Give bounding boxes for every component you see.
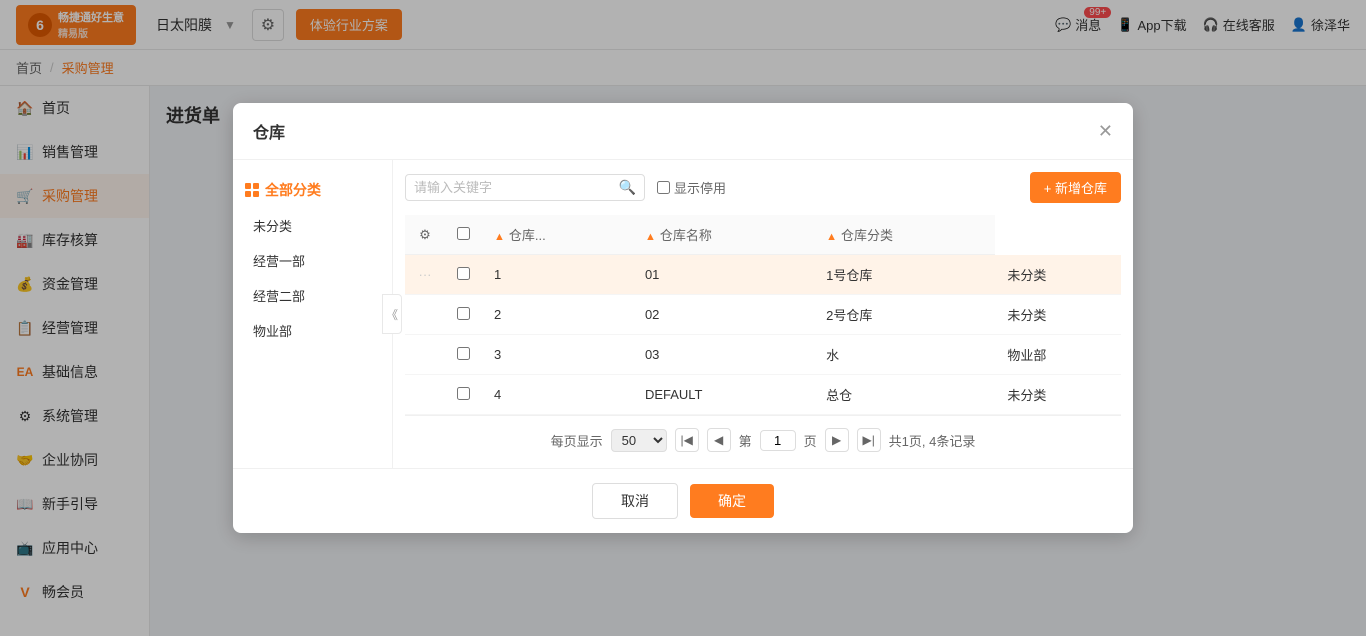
table-col-check <box>445 215 482 255</box>
table-col-name: ▲仓库名称 <box>633 215 814 255</box>
search-icon: 🔍 <box>619 179 636 196</box>
row-seq-1: 1 <box>482 255 633 295</box>
show-disabled-checkbox-group: 显示停用 <box>657 178 726 197</box>
category-all-header[interactable]: 全部分类 <box>233 172 392 208</box>
row-seq-2: 2 <box>482 295 633 335</box>
row-category-4: 未分类 <box>995 375 1121 415</box>
category-unclassified[interactable]: 未分类 <box>233 208 392 243</box>
row-name-2: 2号仓库 <box>814 295 995 335</box>
row-check-1[interactable] <box>445 255 482 295</box>
row-seq-3: 3 <box>482 335 633 375</box>
row-code-2: 02 <box>633 295 814 335</box>
collapse-panel-button[interactable]: 《 <box>382 294 402 334</box>
prev-page-button[interactable]: ◀ <box>707 428 731 452</box>
table-row[interactable]: 4 DEFAULT 总仓 未分类 <box>405 375 1121 415</box>
select-all-checkbox[interactable] <box>457 227 470 240</box>
row-name-1: 1号仓库 <box>814 255 995 295</box>
category-operation1[interactable]: 经营一部 <box>233 243 392 278</box>
warehouse-table: ⚙ ▲仓库... ▲仓库名称 ▲仓库分类 ··· <box>405 215 1121 415</box>
row-code-4: DEFAULT <box>633 375 814 415</box>
row-dots-1[interactable]: ··· <box>405 255 445 295</box>
show-disabled-label: 显示停用 <box>674 178 726 197</box>
row-category-1: 未分类 <box>995 255 1121 295</box>
row-dots-2[interactable] <box>405 295 445 335</box>
category-all-label: 全部分类 <box>265 180 321 200</box>
table-col-code: ▲仓库... <box>482 215 633 255</box>
row-check-4[interactable] <box>445 375 482 415</box>
per-page-label: 每页显示 <box>551 431 603 450</box>
confirm-button[interactable]: 确定 <box>690 484 774 518</box>
warehouse-dialog: 仓库 ✕ 全部分类 未分类 经营一部 经营二部 物业部 《 <box>233 103 1133 533</box>
dialog-body: 全部分类 未分类 经营一部 经营二部 物业部 《 🔍 <box>233 160 1133 468</box>
row-seq-4: 4 <box>482 375 633 415</box>
first-page-button[interactable]: |◀ <box>675 428 699 452</box>
row-dots-4[interactable] <box>405 375 445 415</box>
table-col-settings: ⚙ <box>405 215 445 255</box>
cancel-button[interactable]: 取消 <box>592 483 678 519</box>
grid-icon <box>245 183 259 197</box>
row-dots-3[interactable] <box>405 335 445 375</box>
row-check-3[interactable] <box>445 335 482 375</box>
table-row[interactable]: 3 03 水 物业部 <box>405 335 1121 375</box>
total-info: 共1页, 4条记录 <box>889 431 976 450</box>
category-operation2[interactable]: 经营二部 <box>233 278 392 313</box>
row-name-4: 总仓 <box>814 375 995 415</box>
row-check-2[interactable] <box>445 295 482 335</box>
row-code-1: 01 <box>633 255 814 295</box>
table-col-category: ▲仓库分类 <box>814 215 995 255</box>
table-toolbar: 🔍 显示停用 + 新增仓库 <box>405 172 1121 203</box>
add-warehouse-button[interactable]: + 新增仓库 <box>1030 172 1121 203</box>
dialog-footer: 取消 确定 <box>233 468 1133 533</box>
category-property[interactable]: 物业部 <box>233 313 392 348</box>
dialog-overlay: 仓库 ✕ 全部分类 未分类 经营一部 经营二部 物业部 《 <box>0 0 1366 636</box>
search-input[interactable] <box>414 180 613 195</box>
dialog-title: 仓库 <box>253 119 285 143</box>
category-panel: 全部分类 未分类 经营一部 经营二部 物业部 《 <box>233 160 393 468</box>
page-suffix: 页 <box>804 431 817 450</box>
row-category-2: 未分类 <box>995 295 1121 335</box>
table-row[interactable]: 2 02 2号仓库 未分类 <box>405 295 1121 335</box>
dialog-header: 仓库 ✕ <box>233 103 1133 160</box>
row-name-3: 水 <box>814 335 995 375</box>
next-page-button[interactable]: ▶ <box>825 428 849 452</box>
page-input[interactable] <box>760 430 796 451</box>
search-box: 🔍 <box>405 174 645 201</box>
show-disabled-checkbox[interactable] <box>657 181 670 194</box>
table-row[interactable]: ··· 1 01 1号仓库 未分类 <box>405 255 1121 295</box>
row-category-3: 物业部 <box>995 335 1121 375</box>
table-panel: 🔍 显示停用 + 新增仓库 ⚙ <box>393 160 1133 468</box>
close-button[interactable]: ✕ <box>1098 121 1113 142</box>
last-page-button[interactable]: ▶| <box>857 428 881 452</box>
page-label: 第 <box>739 431 752 450</box>
row-code-3: 03 <box>633 335 814 375</box>
per-page-select[interactable]: 50 20 100 <box>611 429 667 452</box>
pagination: 每页显示 50 20 100 |◀ ◀ 第 页 ▶ ▶| 共1页, 4条记录 <box>405 415 1121 456</box>
